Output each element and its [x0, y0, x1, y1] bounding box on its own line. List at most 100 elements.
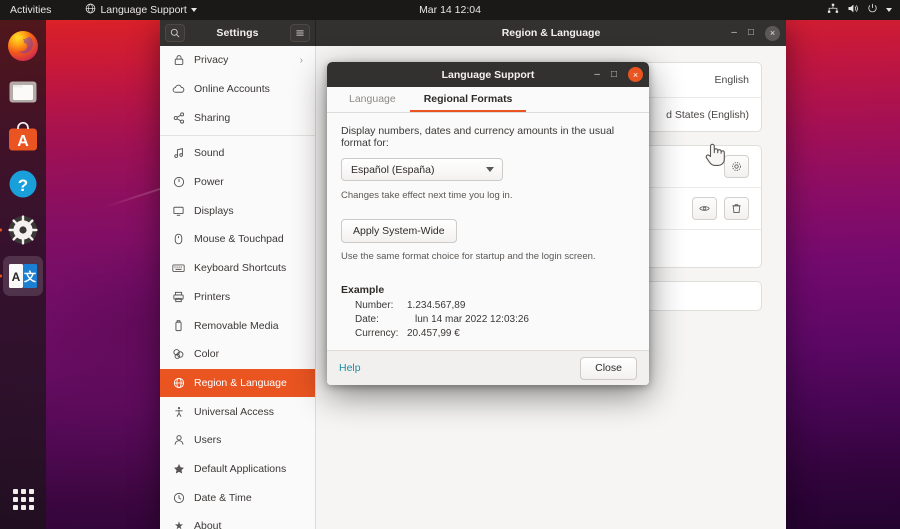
remove-input-source-button[interactable]	[724, 197, 749, 220]
app-grid-icon	[12, 488, 34, 510]
settings-sidebar[interactable]: Privacy › Online Accounts Sharing Sound …	[160, 46, 316, 529]
sidebar-item-online-accounts[interactable]: Online Accounts	[160, 75, 315, 104]
usb-drive-icon	[172, 319, 185, 332]
maximize-button[interactable]: □	[748, 28, 754, 38]
settings-sidebar-titlebar: Settings	[160, 20, 316, 46]
sidebar-item-region-language[interactable]: Region & Language	[160, 368, 315, 398]
info-icon	[172, 520, 185, 529]
startup-hint: Use the same format choice for startup a…	[341, 251, 596, 262]
chevron-down-icon	[486, 167, 494, 172]
accessibility-icon	[172, 405, 185, 418]
dialog-minimize-button[interactable]: –	[594, 69, 600, 80]
svg-text:?: ?	[18, 176, 28, 195]
sidebar-item-label: Default Applications	[194, 462, 287, 475]
row-language-value: English	[714, 74, 749, 86]
sidebar-item-label: About	[194, 520, 222, 529]
preview-layout-button[interactable]	[692, 197, 717, 220]
svg-text:A: A	[12, 270, 21, 284]
login-hint: Changes take effect next time you log in…	[341, 190, 513, 201]
dock-item-ubuntu-software[interactable]: A	[3, 118, 43, 158]
settings-gear-icon	[8, 215, 38, 245]
format-description: Display numbers, dates and currency amou…	[341, 125, 615, 149]
example-currency-value: 20.457,99 €	[407, 328, 460, 339]
sidebar-item-label: Region & Language	[194, 376, 287, 389]
sidebar-item-printers[interactable]: Printers	[160, 283, 315, 312]
sidebar-item-label: Sharing	[194, 111, 231, 124]
main-menu-button[interactable]	[289, 24, 310, 42]
sidebar-item-label: Online Accounts	[194, 83, 270, 96]
show-applications-button[interactable]	[3, 479, 43, 519]
dialog-footer: Help Close	[327, 350, 649, 385]
display-icon	[172, 204, 185, 217]
example-date-value: lun 14 mar 2022 12:03:26	[415, 314, 529, 325]
app-menu-button[interactable]: Language Support	[78, 0, 203, 20]
input-source-action-buttons	[692, 197, 749, 220]
sidebar-item-sound[interactable]: Sound	[160, 139, 315, 168]
settings-titlebar: Settings Region & Language – □ ×	[160, 20, 786, 46]
power-icon	[867, 3, 878, 17]
dock-item-files[interactable]	[3, 72, 43, 112]
tab-regional-formats[interactable]: Regional Formats	[409, 89, 527, 112]
sidebar-item-default-applications[interactable]: Default Applications	[160, 455, 315, 484]
example-date-key: Date:	[355, 314, 379, 325]
sidebar-item-about[interactable]: About	[160, 512, 315, 529]
user-icon	[172, 434, 185, 447]
sidebar-item-label: Universal Access	[194, 405, 274, 418]
system-status-area[interactable]	[827, 3, 896, 17]
dialog-close-button[interactable]: ×	[628, 67, 643, 82]
sidebar-item-privacy[interactable]: Privacy ›	[160, 46, 315, 75]
share-icon	[172, 111, 185, 124]
sidebar-item-keyboard-shortcuts[interactable]: Keyboard Shortcuts	[160, 254, 315, 283]
sidebar-item-date-time[interactable]: Date & Time	[160, 483, 315, 512]
close-dialog-button[interactable]: Close	[580, 356, 637, 380]
apply-system-wide-button[interactable]: Apply System-Wide	[341, 219, 457, 243]
example-heading: Example	[341, 284, 385, 296]
activities-label: Activities	[10, 4, 52, 16]
svg-text:A: A	[17, 133, 29, 150]
sidebar-item-label: Users	[194, 434, 222, 447]
minimize-button[interactable]: –	[731, 28, 737, 38]
lock-icon	[172, 54, 185, 67]
dock-item-language-support[interactable]: A 文	[3, 256, 43, 296]
help-link[interactable]: Help	[339, 362, 361, 374]
sidebar-item-sharing[interactable]: Sharing	[160, 103, 315, 132]
dock-item-settings[interactable]	[3, 210, 43, 250]
svg-text:文: 文	[24, 269, 37, 284]
clock-label: Mar 14 12:04	[419, 4, 481, 16]
sidebar-item-label: Printers	[194, 290, 231, 303]
sidebar-item-universal-access[interactable]: Universal Access	[160, 397, 315, 426]
sidebar-item-label: Date & Time	[194, 491, 252, 504]
tab-language[interactable]: Language	[335, 89, 410, 112]
ubuntu-dock: A ? A 文	[0, 20, 46, 529]
dialog-maximize-button[interactable]: □	[611, 69, 617, 80]
trash-icon	[732, 204, 741, 214]
sidebar-item-power[interactable]: Power	[160, 168, 315, 197]
input-source-options-button[interactable]	[724, 155, 749, 178]
keyboard-icon	[172, 262, 185, 275]
power-icon	[172, 176, 185, 189]
clock-icon	[172, 491, 185, 504]
sidebar-item-color[interactable]: Color	[160, 340, 315, 369]
row-formats-value: d States (English)	[666, 108, 749, 121]
color-icon	[172, 348, 185, 361]
sidebar-item-mouse-touchpad[interactable]: Mouse & Touchpad	[160, 225, 315, 254]
language-support-dialog: Language Support – □ × Language Regional…	[327, 62, 649, 385]
dialog-titlebar: Language Support – □ ×	[327, 62, 649, 87]
dialog-tabs: Language Regional Formats	[327, 87, 649, 113]
sidebar-item-removable-media[interactable]: Removable Media	[160, 311, 315, 340]
search-icon	[170, 28, 180, 38]
sidebar-item-label: Color	[194, 348, 220, 361]
dock-item-help[interactable]: ?	[3, 164, 43, 204]
gear-icon	[732, 162, 741, 171]
close-button[interactable]: ×	[765, 25, 780, 41]
sidebar-separator	[160, 135, 315, 137]
locale-select[interactable]: Español (España)	[341, 158, 503, 181]
example-number-value: 1.234.567,89	[407, 300, 466, 311]
activities-button[interactable]: Activities	[3, 0, 58, 20]
dialog-window-controls: – □ ×	[594, 67, 643, 82]
search-button[interactable]	[165, 24, 185, 42]
dock-item-firefox[interactable]	[3, 26, 43, 66]
sidebar-item-users[interactable]: Users	[160, 426, 315, 455]
sidebar-item-displays[interactable]: Displays	[160, 196, 315, 225]
language-support-translate-icon: A 文	[9, 264, 37, 288]
